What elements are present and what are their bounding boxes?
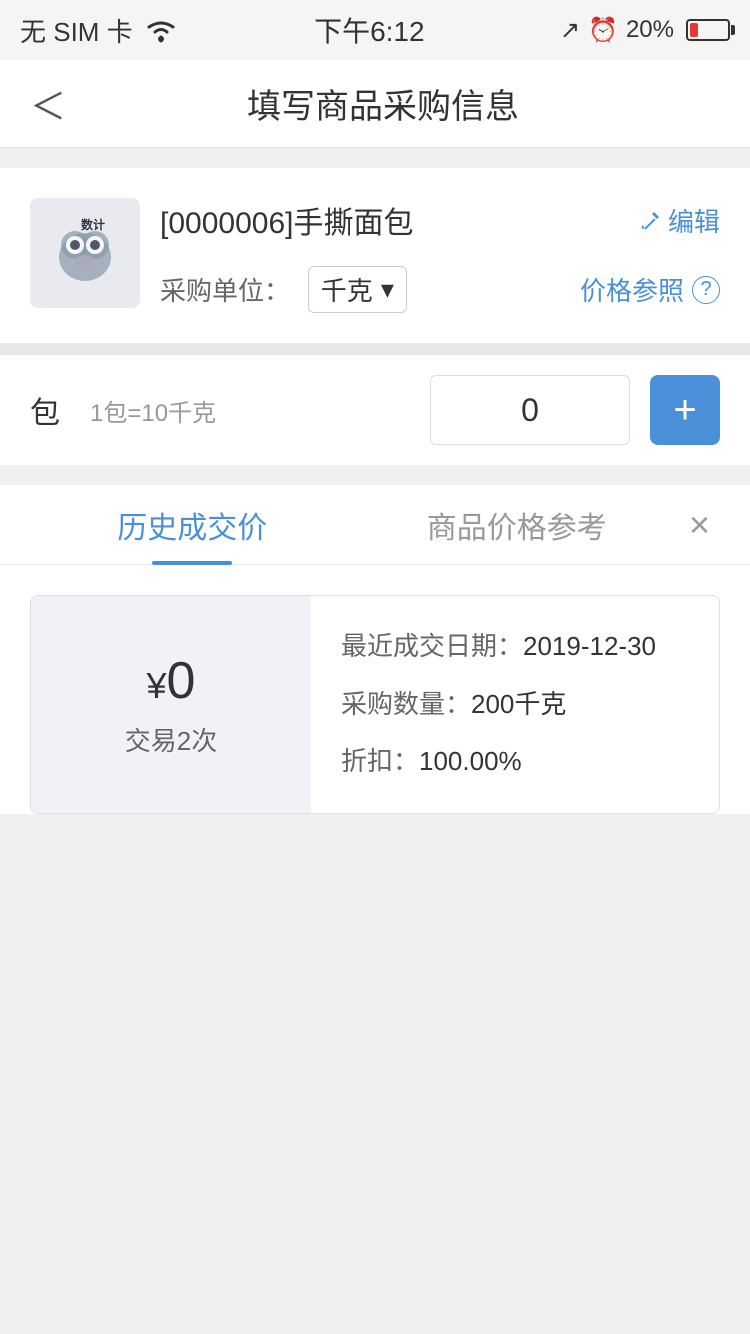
price-left-panel: ¥0 交易2次 xyxy=(31,596,311,813)
date-label: 最近成交日期： xyxy=(341,631,523,661)
qty-unit-label: 包 xyxy=(30,388,60,432)
product-image: 数计 xyxy=(45,213,125,293)
status-left: 无 SIM 卡 xyxy=(20,12,179,49)
qty-detail-value: 200千克 xyxy=(471,689,566,719)
quantity-input[interactable]: 0 xyxy=(430,375,630,445)
unit-selector-group: 采购单位： 千克 ▾ xyxy=(160,266,407,313)
discount-label: 折扣： xyxy=(341,746,419,776)
battery-icon xyxy=(686,19,730,41)
product-name: [0000006]手撕面包 xyxy=(160,198,413,242)
unit-row: 采购单位： 千克 ▾ 价格参照 ? xyxy=(160,266,720,313)
price-card: ¥0 交易2次 最近成交日期：2019-12-30 采购数量：200千克 折扣：… xyxy=(30,595,720,814)
edit-button[interactable]: 编辑 xyxy=(640,202,720,239)
price-detail-date: 最近成交日期：2019-12-30 xyxy=(341,626,689,668)
alarm-icon: ⏰ xyxy=(588,16,618,45)
status-time: 下午6:12 xyxy=(314,10,425,50)
quantity-row: 包 1包=10千克 0 + xyxy=(0,355,750,465)
unit-value: 千克 xyxy=(321,271,373,308)
price-detail-qty: 采购数量：200千克 xyxy=(341,684,689,726)
tab-section: 历史成交价 商品价格参考 × ¥0 交易2次 最近成交日期：2019-12-30… xyxy=(0,485,750,814)
wifi-icon xyxy=(143,17,179,43)
price-reference-button[interactable]: 价格参照 ? xyxy=(580,271,720,308)
qty-unit-sub: 1包=10千克 xyxy=(90,393,216,428)
back-button[interactable]: ＜ xyxy=(30,78,66,130)
tab-history-price[interactable]: 历史成交价 xyxy=(30,485,354,565)
price-amount: ¥0 xyxy=(147,651,196,711)
unit-label: 采购单位： xyxy=(160,276,290,306)
product-card: 数计 [0000006]手撕面包 编辑 采购单位： 千克 ▾ xyxy=(0,168,750,343)
section-divider xyxy=(0,343,750,355)
svg-text:数计: 数计 xyxy=(81,217,105,232)
price-ref-label: 价格参照 xyxy=(580,271,684,308)
tab-price-label: 商品价格参考 xyxy=(427,503,607,547)
dropdown-arrow-icon: ▾ xyxy=(381,274,394,305)
edit-icon xyxy=(640,209,662,231)
tab-header: 历史成交价 商品价格参考 × xyxy=(0,485,750,565)
currency-symbol: ¥ xyxy=(147,665,167,706)
unit-select[interactable]: 千克 ▾ xyxy=(308,266,407,313)
product-name-row: [0000006]手撕面包 编辑 xyxy=(160,198,720,242)
status-right: ↗ ⏰ 20% xyxy=(560,16,730,45)
tab-close-button[interactable]: × xyxy=(679,504,720,546)
tab-history-label: 历史成交价 xyxy=(117,503,267,547)
price-right-panel: 最近成交日期：2019-12-30 采购数量：200千克 折扣：100.00% xyxy=(311,596,719,813)
quantity-plus-button[interactable]: + xyxy=(650,375,720,445)
discount-value: 100.00% xyxy=(419,746,522,776)
product-thumbnail: 数计 xyxy=(30,198,140,308)
help-icon: ? xyxy=(692,276,720,304)
qty-detail-label: 采购数量： xyxy=(341,689,471,719)
carrier-text: 无 SIM 卡 xyxy=(20,12,133,49)
price-value: 0 xyxy=(167,652,196,710)
product-info: [0000006]手撕面包 编辑 采购单位： 千克 ▾ 价格参照 ? xyxy=(160,198,720,313)
battery-percent: 20% xyxy=(626,16,674,44)
price-detail-discount: 折扣：100.00% xyxy=(341,741,689,783)
header: ＜ 填写商品采购信息 xyxy=(0,60,750,148)
edit-label: 编辑 xyxy=(668,202,720,239)
date-value: 2019-12-30 xyxy=(523,631,656,661)
price-times: 交易2次 xyxy=(125,721,217,758)
status-bar: 无 SIM 卡 下午6:12 ↗ ⏰ 20% xyxy=(0,0,750,60)
page-title: 填写商品采购信息 xyxy=(86,79,680,128)
tab-price-reference[interactable]: 商品价格参考 xyxy=(354,485,678,565)
gps-icon: ↗ xyxy=(560,16,580,45)
